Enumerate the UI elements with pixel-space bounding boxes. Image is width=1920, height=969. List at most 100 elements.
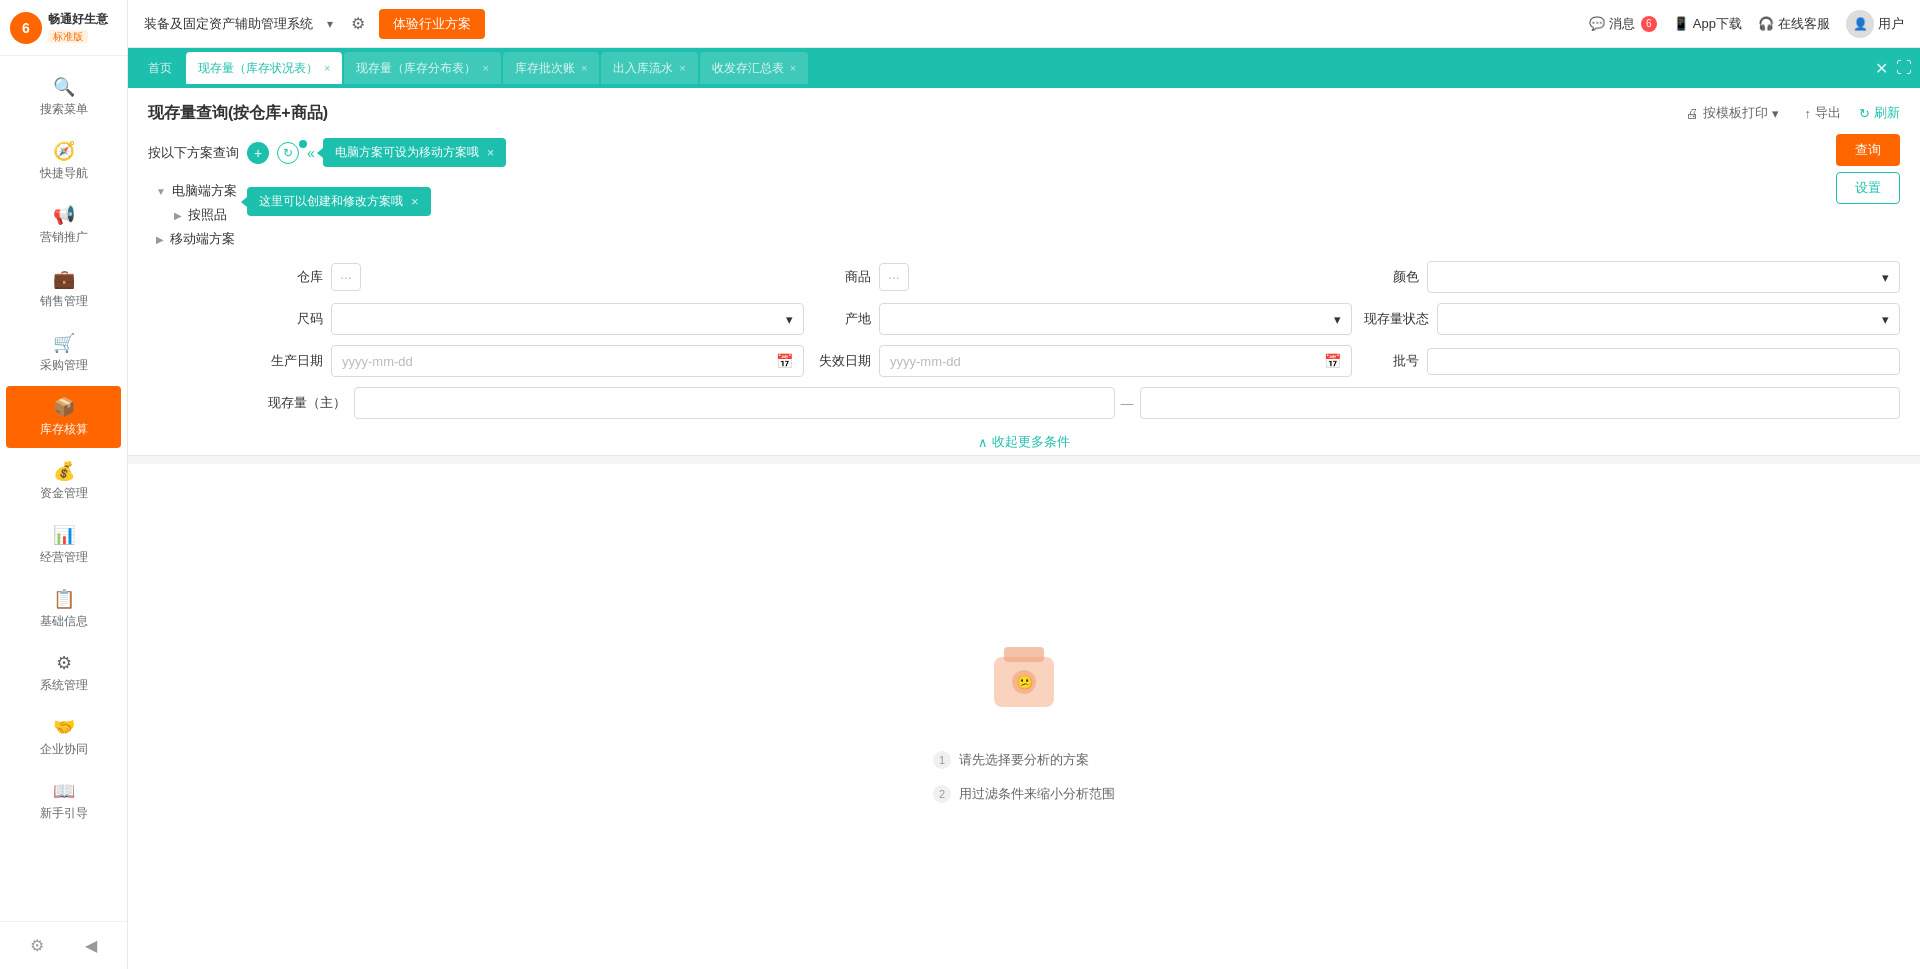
filter-add-button[interactable]: +	[247, 142, 269, 164]
color-select[interactable]: ▾	[1427, 261, 1900, 293]
sidebar-collapse-btn[interactable]: ◀	[81, 932, 101, 959]
reset-button[interactable]: 设置	[1836, 172, 1900, 204]
tab-expand-icon[interactable]: ⛶	[1896, 59, 1912, 77]
message-action[interactable]: 💬 消息 6	[1589, 15, 1657, 33]
size-select[interactable]: ▾	[331, 303, 804, 335]
tab-stock-status[interactable]: 现存量（库存状况表） ×	[186, 52, 342, 84]
stock-min-input[interactable]	[354, 387, 1115, 419]
sidebar-item-label: 销售管理	[40, 293, 88, 310]
tab-flow[interactable]: 出入库流水 ×	[601, 52, 697, 84]
origin-dropdown-icon: ▾	[1334, 312, 1341, 327]
refresh-button[interactable]: ↻ 刷新	[1859, 104, 1900, 122]
search-reset-group: 查询 设置	[1836, 134, 1900, 204]
tab-close-icon[interactable]: ×	[482, 62, 488, 74]
calendar2-icon: 📅	[1324, 353, 1341, 369]
scheme-desktop-child[interactable]: ▶ 按照品	[174, 203, 237, 227]
trial-button[interactable]: 体验行业方案	[379, 9, 485, 39]
filter-expiry-date: 失效日期 yyyy-mm-dd 📅	[816, 345, 1352, 377]
sidebar-item-sales[interactable]: 💼 销售管理	[6, 258, 121, 320]
step2-text: 用过滤条件来缩小分析范围	[959, 781, 1115, 807]
filter-fields-wrapper: 仓库 ··· 商品 ··· 颜色 ▾	[268, 261, 1900, 419]
filter-refresh-button[interactable]: ↻	[277, 142, 299, 164]
sidebar-item-search[interactable]: 🔍 搜索菜单	[6, 66, 121, 128]
stock-max-input[interactable]	[1140, 387, 1901, 419]
child-icon: ▶	[174, 210, 182, 221]
sidebar-item-label: 采购管理	[40, 357, 88, 374]
scheme-mobile[interactable]: ▶ 移动端方案	[156, 227, 237, 251]
sidebar-item-nav[interactable]: 🧭 快捷导航	[6, 130, 121, 192]
empty-state: 😕 1 请先选择要分析的方案 2 用过滤条件来缩小分析范围	[128, 464, 1920, 969]
empty-step-1: 1 请先选择要分析的方案	[933, 747, 1115, 773]
tooltip-edit-close-button[interactable]: ×	[411, 194, 419, 209]
tab-label: 现存量（库存状况表）	[198, 60, 318, 77]
main: 装备及固定资产辅助管理系统 ▾ ⚙ 体验行业方案 💬 消息 6 📱 App下载 …	[128, 0, 1920, 969]
phone-icon: 📱	[1673, 16, 1689, 31]
sidebar-item-label: 经营管理	[40, 549, 88, 566]
sidebar-settings-btn[interactable]: ⚙	[26, 932, 48, 959]
svg-text:😕: 😕	[1016, 674, 1034, 691]
logo-icon: 6	[10, 12, 42, 44]
scheme-child-label: 按照品	[188, 206, 227, 224]
tooltip-close-button[interactable]: ×	[487, 145, 495, 160]
stock-main-label: 现存量（主）	[268, 394, 346, 412]
sidebar-item-label: 基础信息	[40, 613, 88, 630]
tab-batch[interactable]: 库存批次账 ×	[503, 52, 599, 84]
export-icon: ↑	[1805, 106, 1812, 121]
range-dash: —	[1121, 396, 1134, 411]
print-button[interactable]: 🖨 按模板打印 ▾	[1678, 100, 1787, 126]
tab-stock-dist[interactable]: 现存量（库存分布表） ×	[344, 52, 500, 84]
scheme-mobile-label: 移动端方案	[170, 230, 235, 248]
stock-status-label: 现存量状态	[1364, 310, 1429, 328]
sidebar-item-marketing[interactable]: 📢 营销推广	[6, 194, 121, 256]
collapse-row: ∧ 收起更多条件	[148, 423, 1900, 455]
expiry-date-input[interactable]: yyyy-mm-dd 📅	[879, 345, 1352, 377]
filter-goods: 商品 ···	[816, 261, 1352, 293]
tab-close-icon[interactable]: ×	[679, 62, 685, 74]
tab-home[interactable]: 首页	[136, 54, 184, 83]
sidebar-item-basic[interactable]: 📋 基础信息	[6, 578, 121, 640]
header-right: 💬 消息 6 📱 App下载 🎧 在线客服 👤 用户	[1589, 10, 1904, 38]
tooltip-edit: 这里可以创建和修改方案哦 ×	[247, 187, 431, 216]
goods-dots-btn[interactable]: ···	[879, 263, 909, 291]
stock-status-select[interactable]: ▾	[1437, 303, 1900, 335]
sidebar-item-purchase[interactable]: 🛒 采购管理	[6, 322, 121, 384]
filter-batch: 批号	[1364, 345, 1900, 377]
prod-date-input[interactable]: yyyy-mm-dd 📅	[331, 345, 804, 377]
sidebar-item-system[interactable]: ⚙ 系统管理	[6, 642, 121, 704]
goods-label: 商品	[816, 268, 871, 286]
sidebar-item-label: 营销推广	[40, 229, 88, 246]
user-action[interactable]: 👤 用户	[1846, 10, 1904, 38]
app-download-action[interactable]: 📱 App下载	[1673, 15, 1742, 33]
filter-row-3: 生产日期 yyyy-mm-dd 📅 失效日期 yyyy-mm-dd 📅	[268, 345, 1900, 377]
tab-close-icon[interactable]: ×	[324, 62, 330, 74]
page-title-row: 现存量查询(按仓库+商品) 🖨 按模板打印 ▾ ↑ 导出 ↻ 刷新	[148, 100, 1900, 126]
sidebar-item-finance[interactable]: 💰 资金管理	[6, 450, 121, 512]
user-label: 用户	[1878, 15, 1904, 33]
tab-close-all-icon[interactable]: ✕	[1875, 59, 1888, 78]
export-button[interactable]: ↑ 导出	[1797, 100, 1850, 126]
tooltip-desktop-text: 电脑方案可设为移动方案哦	[335, 144, 479, 161]
sidebar-item-cooperation[interactable]: 🤝 企业协同	[6, 706, 121, 768]
warehouse-dots-btn[interactable]: ···	[331, 263, 361, 291]
settings-icon[interactable]: ⚙	[347, 10, 369, 37]
collapse-button[interactable]: ∧ 收起更多条件	[978, 433, 1070, 451]
sidebar-item-inventory[interactable]: 📦 库存核算	[6, 386, 121, 448]
origin-select[interactable]: ▾	[879, 303, 1352, 335]
message-icon: 💬	[1589, 16, 1605, 31]
step1-num: 1	[933, 751, 951, 769]
guide-icon: 📖	[53, 780, 75, 802]
tab-summary[interactable]: 收发存汇总表 ×	[700, 52, 808, 84]
search-button[interactable]: 查询	[1836, 134, 1900, 166]
app-dropdown-btn[interactable]: ▾	[323, 15, 337, 33]
filter-arrow-button[interactable]: «	[307, 145, 315, 161]
tab-close-icon[interactable]: ×	[790, 62, 796, 74]
online-service-label: 在线客服	[1778, 15, 1830, 33]
scheme-desktop[interactable]: ▼ 电脑端方案	[156, 179, 237, 203]
sidebar-item-management[interactable]: 📊 经营管理	[6, 514, 121, 576]
sidebar-item-label: 搜索菜单	[40, 101, 88, 118]
batch-input[interactable]	[1427, 348, 1900, 375]
sidebar-item-guide[interactable]: 📖 新手引导	[6, 770, 121, 832]
tab-close-icon[interactable]: ×	[581, 62, 587, 74]
scheme-desktop-children: ▶ 按照品	[174, 203, 237, 227]
online-service-action[interactable]: 🎧 在线客服	[1758, 15, 1830, 33]
